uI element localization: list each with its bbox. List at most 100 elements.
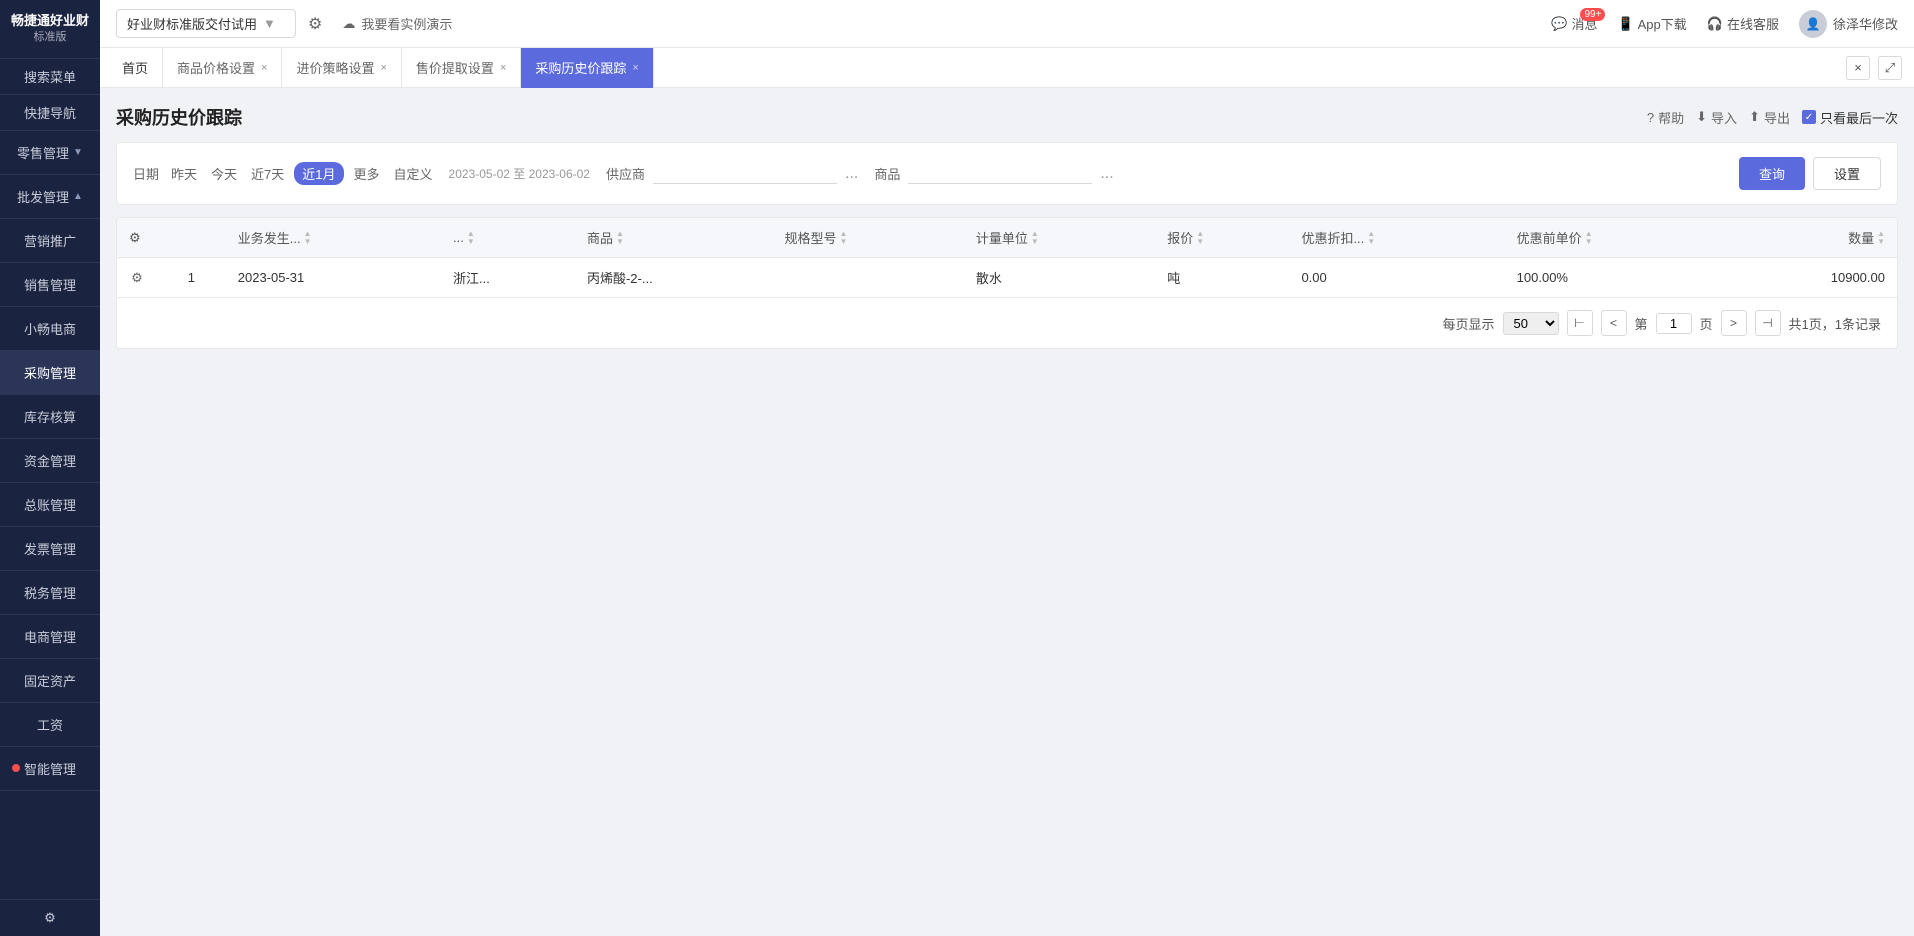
tab-purchase-strategy[interactable]: 进价策略设置 × — [282, 48, 401, 88]
sidebar-item-retail[interactable]: 零售管理 ▼ — [0, 131, 100, 175]
online-service-button[interactable]: 🎧 在线客服 — [1707, 14, 1779, 33]
close-tab-button[interactable]: × — [1846, 56, 1870, 80]
settings-button[interactable]: 设置 — [1813, 157, 1881, 190]
close-icon[interactable]: × — [632, 62, 638, 74]
app-download-button[interactable]: 📱 App下载 — [1617, 14, 1686, 33]
sort-icon: ▲▼ — [1877, 230, 1885, 246]
more-shortcut[interactable]: 更多 — [350, 162, 384, 185]
row-product: 丙烯酸-2-... — [575, 258, 773, 298]
col-quantity[interactable]: 数量 ▲▼ — [1725, 218, 1897, 258]
col-spec[interactable]: 规格型号 ▲▼ — [773, 218, 964, 258]
last7-shortcut[interactable]: 近7天 — [247, 162, 288, 185]
user-menu[interactable]: 👤 徐泽华修改 — [1799, 10, 1898, 38]
product-input[interactable] — [908, 164, 1092, 184]
col-date[interactable]: 业务发生... ▲▼ — [226, 218, 441, 258]
sidebar-quick-nav[interactable]: 快捷导航 — [0, 95, 100, 131]
sidebar-search[interactable]: 搜索菜单 — [0, 59, 100, 95]
tab-home[interactable]: 首页 — [108, 48, 163, 88]
per-page-select[interactable]: 50 10 20 100 — [1503, 312, 1559, 335]
page-label: 第 — [1635, 314, 1648, 333]
col-discount-label: 优惠折扣... — [1301, 228, 1364, 247]
sort-icon: ▲▼ — [304, 230, 312, 246]
close-icon[interactable]: × — [261, 62, 267, 74]
maximize-tab-button[interactable]: ⤢ — [1878, 56, 1902, 80]
tab-price[interactable]: 商品价格设置 × — [163, 48, 282, 88]
row-spec — [773, 258, 964, 298]
page-title: 采购历史价跟踪 — [116, 104, 242, 130]
col-unit[interactable]: 计量单位 ▲▼ — [964, 218, 1155, 258]
help-icon: ? — [1647, 110, 1654, 125]
close-icon[interactable]: × — [380, 62, 386, 74]
sidebar-item-purchase[interactable]: 采购管理 — [0, 351, 100, 395]
messages-button[interactable]: 💬 消息 99+ — [1551, 14, 1597, 33]
col-price[interactable]: 报价 ▲▼ — [1155, 218, 1289, 258]
date-label: 日期 — [133, 164, 159, 183]
col-discount[interactable]: 优惠折扣... ▲▼ — [1289, 218, 1504, 258]
sidebar-settings-button[interactable]: ⚙ — [0, 899, 100, 936]
custom-shortcut[interactable]: 自定义 — [390, 162, 437, 185]
last-only-checkbox[interactable]: 只看最后一次 — [1802, 108, 1898, 127]
pagination-bar: 每页显示 50 10 20 100 ⊢ < 第 页 > ⊣ 共1页，1条记录 — [117, 297, 1897, 348]
col-product-label: 商品 — [587, 228, 613, 247]
supplier-input[interactable] — [653, 164, 837, 184]
row-price-unit: 吨 — [1155, 258, 1289, 298]
sidebar-item-label: 电商管理 — [24, 627, 76, 646]
next-page-button[interactable]: > — [1721, 310, 1747, 336]
sidebar: 畅捷通好业财 标准版 搜索菜单 快捷导航 零售管理 ▼ 批发管理 ▲ 营销推广 … — [0, 0, 100, 936]
sidebar-item-wholesale[interactable]: 批发管理 ▲ — [0, 175, 100, 219]
sidebar-item-accounting[interactable]: 总账管理 — [0, 483, 100, 527]
version-selector[interactable]: 好业财标准版交付试用 ▼ — [116, 9, 296, 38]
app-name: 畅捷通好业财 — [11, 12, 89, 30]
page-header: 采购历史价跟踪 ? 帮助 ⬇ 导入 ⬆ 导出 只看最后一次 — [116, 104, 1898, 130]
last1m-shortcut[interactable]: 近1月 — [294, 162, 343, 185]
tab-history-price[interactable]: 采购历史价跟踪 × — [521, 48, 653, 88]
close-icon[interactable]: × — [500, 62, 506, 74]
sidebar-item-label: 销售管理 — [24, 275, 76, 294]
chevron-down-icon: ▼ — [73, 147, 83, 158]
import-button[interactable]: ⬇ 导入 — [1696, 108, 1737, 127]
sidebar-item-assets[interactable]: 固定资产 — [0, 659, 100, 703]
supplier-more-icon[interactable]: ... — [845, 165, 858, 183]
today-shortcut[interactable]: 今天 — [207, 162, 241, 185]
sidebar-item-marketing[interactable]: 营销推广 — [0, 219, 100, 263]
col-product[interactable]: 商品 ▲▼ — [575, 218, 773, 258]
first-page-button[interactable]: ⊢ — [1567, 310, 1593, 336]
date-range-display: 2023-05-02 至 2023-06-02 — [449, 165, 590, 182]
sidebar-item-finance[interactable]: 资金管理 — [0, 439, 100, 483]
page-input[interactable] — [1656, 313, 1692, 334]
query-button[interactable]: 查询 — [1739, 157, 1805, 190]
row-settings-icon[interactable]: ⚙ — [129, 270, 145, 286]
prev-page-button[interactable]: < — [1601, 310, 1627, 336]
product-more-icon[interactable]: ... — [1100, 165, 1113, 183]
sidebar-item-invoice[interactable]: 发票管理 — [0, 527, 100, 571]
sidebar-item-payroll[interactable]: 工资 — [0, 703, 100, 747]
sidebar-item-small-ecommerce[interactable]: 小畅电商 — [0, 307, 100, 351]
sidebar-item-label: 固定资产 — [24, 671, 76, 690]
last-only-label: 只看最后一次 — [1820, 108, 1898, 127]
demo-link[interactable]: ☁ 我要看实例演示 — [342, 14, 452, 33]
sort-icon: ▲▼ — [1196, 230, 1204, 246]
yesterday-shortcut[interactable]: 昨天 — [167, 162, 201, 185]
col-settings[interactable]: ⚙ — [117, 218, 157, 258]
sidebar-item-smart[interactable]: 智能管理 — [0, 747, 100, 791]
filter-bar: 日期 昨天 今天 近7天 近1月 更多 自定义 2023-05-02 至 202… — [116, 142, 1898, 205]
tab-sale-price[interactable]: 售价提取设置 × — [402, 48, 521, 88]
sidebar-item-inventory[interactable]: 库存核算 — [0, 395, 100, 439]
export-button[interactable]: ⬆ 导出 — [1749, 108, 1790, 127]
sidebar-item-label: 资金管理 — [24, 451, 76, 470]
per-page-label: 每页显示 — [1442, 314, 1494, 333]
sidebar-item-sales[interactable]: 销售管理 — [0, 263, 100, 307]
headset-icon: 🎧 — [1707, 16, 1723, 32]
sidebar-item-ecommerce[interactable]: 电商管理 — [0, 615, 100, 659]
sidebar-item-label: 总账管理 — [24, 495, 76, 514]
sidebar-item-label: 营销推广 — [24, 231, 76, 250]
help-button[interactable]: ? 帮助 — [1647, 108, 1684, 127]
sort-icon: ▲▼ — [1585, 230, 1593, 246]
topbar-settings-icon[interactable]: ⚙ — [308, 14, 322, 34]
last-page-button[interactable]: ⊣ — [1755, 310, 1781, 336]
sort-icon: ▲▼ — [1031, 230, 1039, 246]
sidebar-item-tax[interactable]: 税务管理 — [0, 571, 100, 615]
page-content: 采购历史价跟踪 ? 帮助 ⬇ 导入 ⬆ 导出 只看最后一次 — [100, 88, 1914, 936]
col-extra[interactable]: ... ▲▼ — [441, 218, 575, 258]
col-pre-discount-price[interactable]: 优惠前单价 ▲▼ — [1505, 218, 1725, 258]
